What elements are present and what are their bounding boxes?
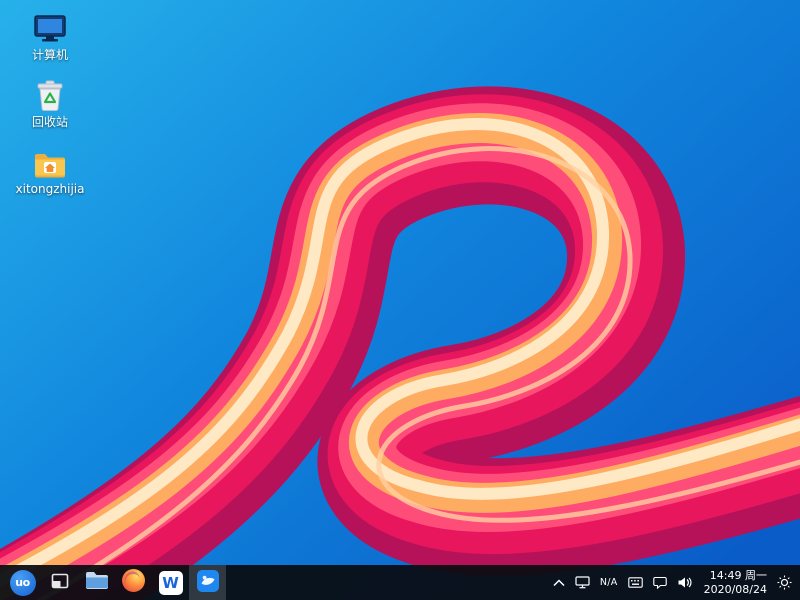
volume-icon[interactable] xyxy=(677,576,692,589)
desktop-icon-label: xitongzhijia xyxy=(16,183,85,196)
chevron-up-icon[interactable] xyxy=(553,579,565,587)
clock-date: 2020/08/24 xyxy=(704,583,767,596)
keyboard-icon[interactable] xyxy=(628,577,643,588)
clock-time: 14:49 周一 xyxy=(704,569,767,582)
desktop-wallpaper xyxy=(0,0,800,600)
desktop-icon-label: 计算机 xyxy=(32,49,68,62)
taskbar-launcher[interactable]: uo xyxy=(4,565,41,600)
taskbar-file-manager[interactable] xyxy=(78,565,115,600)
desktop: 计算机 回收站 xitong xyxy=(0,0,800,600)
taskbar-task-view[interactable] xyxy=(41,565,78,600)
app-store-icon xyxy=(196,569,220,597)
network-icon[interactable] xyxy=(575,576,590,589)
desktop-icon-computer[interactable]: 计算机 xyxy=(14,12,86,62)
taskbar-app-store[interactable] xyxy=(189,565,226,600)
firefox-icon xyxy=(121,568,146,597)
messages-icon[interactable] xyxy=(653,576,667,589)
taskbar-apps: uo xyxy=(0,565,226,600)
wps-icon: W xyxy=(159,571,183,595)
tray-na-indicator[interactable]: N/A xyxy=(600,577,618,588)
system-tray: N/A xyxy=(553,565,800,600)
recycle-bin-icon xyxy=(35,79,65,111)
taskbar-firefox[interactable] xyxy=(115,565,152,600)
file-manager-icon xyxy=(85,571,109,594)
home-folder-icon xyxy=(33,146,67,178)
desktop-icons: 计算机 回收站 xitong xyxy=(14,12,86,197)
taskbar-wps[interactable]: W xyxy=(152,565,189,600)
task-view-icon xyxy=(51,573,69,593)
taskbar-clock[interactable]: 14:49 周一 2020/08/24 xyxy=(704,569,767,596)
launcher-icon: uo xyxy=(10,570,36,596)
desktop-icon-home-folder[interactable]: xitongzhijia xyxy=(14,146,86,196)
notification-center-icon[interactable] xyxy=(777,575,792,590)
computer-icon xyxy=(34,12,66,44)
taskbar: uo xyxy=(0,565,800,600)
desktop-icon-recycle-bin[interactable]: 回收站 xyxy=(14,79,86,129)
desktop-icon-label: 回收站 xyxy=(32,116,68,129)
